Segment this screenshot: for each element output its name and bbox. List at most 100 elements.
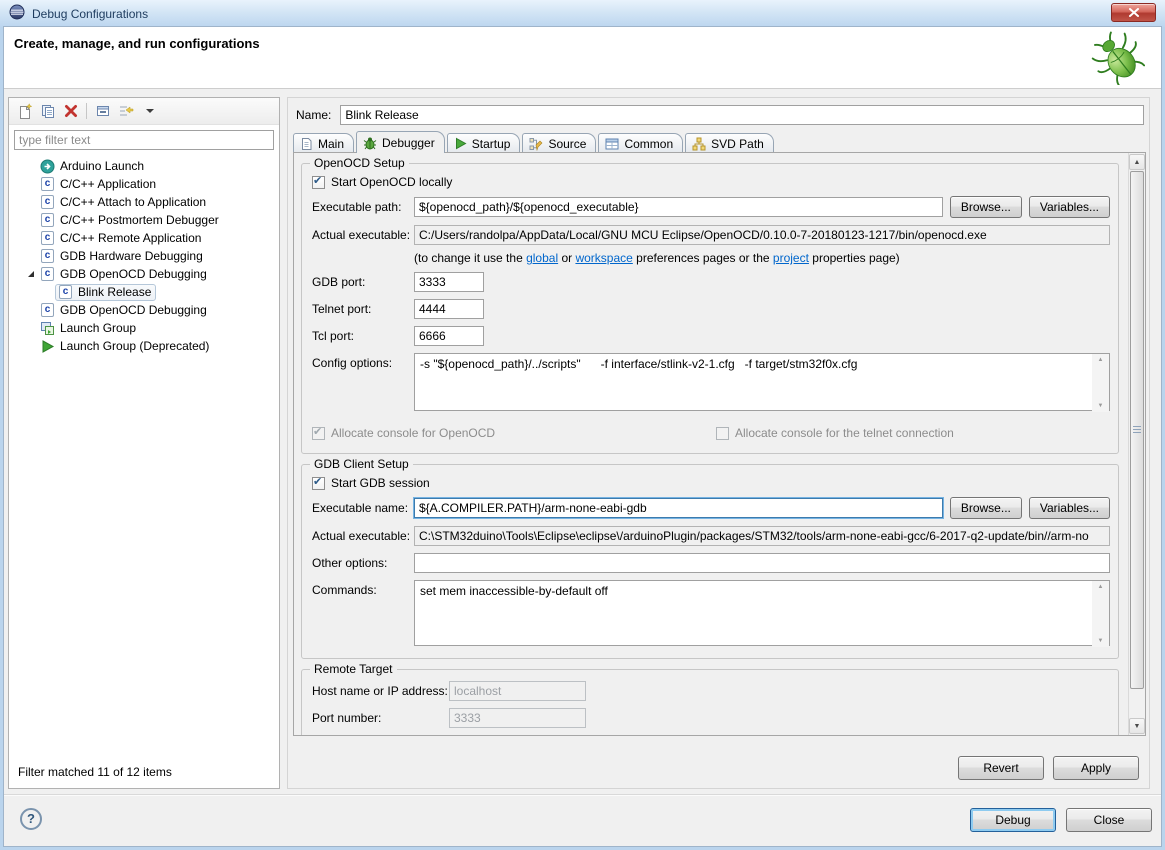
openocd-executable-path-input[interactable] [414,197,943,217]
debugger-tab-panel: OpenOCD Setup Start OpenOCD locally Exec… [293,152,1146,736]
actual-executable-label: Actual executable: [312,529,414,543]
tree-item-cpp-application[interactable]: c C/C++ Application [9,175,279,193]
collapse-all-button[interactable] [91,100,114,122]
workspace-preferences-link[interactable]: workspace [575,251,632,265]
start-gdb-session-label: Start GDB session [331,476,430,490]
configuration-editor: Name: Main Debugger [287,97,1150,789]
debug-configurations-window: Debug Configurations Create, manage, and… [0,0,1165,850]
tree-item-launch-group[interactable]: Launch Group [9,319,279,337]
help-button[interactable]: ? [20,808,42,830]
telnet-port-input[interactable] [414,299,484,319]
commands-textarea[interactable]: set mem inaccessible-by-default off [414,580,1110,646]
tcl-port-input[interactable] [414,326,484,346]
group-title: GDB Client Setup [310,457,413,471]
tab-common[interactable]: Common [598,133,683,153]
host-name-label: Host name or IP address: [312,684,449,698]
c-launch-icon: c [40,177,55,192]
dialog-header: Create, manage, and run configurations [4,27,1161,89]
commands-label: Commands: [312,583,414,597]
tree-item-gdb-openocd-2[interactable]: c GDB OpenOCD Debugging [9,301,279,319]
executable-path-label: Executable path: [312,200,414,214]
config-options-label: Config options: [312,356,414,370]
tree-item-cpp-postmortem[interactable]: c C/C++ Postmortem Debugger [9,211,279,229]
c-launch-icon: c [40,267,55,282]
apply-button[interactable]: Apply [1053,756,1139,780]
debug-button[interactable]: Debug [970,808,1056,832]
duplicate-configuration-button[interactable] [36,100,59,122]
global-preferences-link[interactable]: global [526,251,558,265]
toolbar-separator [86,103,87,119]
openocd-actual-executable-field [414,225,1110,245]
delete-icon [63,103,79,119]
filter-status: Filter matched 11 of 12 items [9,765,279,788]
toolbar-menu-button[interactable] [137,100,160,122]
tree-item-arduino-launch[interactable]: Arduino Launch [9,157,279,175]
allocate-console-openocd-label: Allocate console for OpenOCD [331,426,495,440]
revert-button[interactable]: Revert [958,756,1044,780]
openocd-browse-button[interactable]: Browse... [950,196,1022,218]
page-icon [300,137,313,151]
green-bug-icon [1091,31,1145,88]
project-properties-link[interactable]: project [773,251,809,265]
textarea-scrollbar[interactable]: ▲▼ [1092,581,1109,647]
window-close-button[interactable] [1111,3,1156,22]
port-number-input [449,708,586,728]
start-openocd-checkbox[interactable] [312,176,325,189]
start-openocd-label: Start OpenOCD locally [331,175,452,189]
tree-item-cpp-attach[interactable]: c C/C++ Attach to Application [9,193,279,211]
config-options-textarea[interactable]: -s "${openocd_path}/../scripts" -f inter… [414,353,1110,411]
scrollbar-thumb[interactable] [1130,171,1144,689]
gdb-executable-name-input[interactable] [414,498,943,518]
textarea-scrollbar[interactable]: ▲▼ [1092,354,1109,412]
gdb-browse-button[interactable]: Browse... [950,497,1022,519]
svd-hierarchy-icon [692,137,706,151]
scroll-down-arrow[interactable]: ▼ [1129,718,1145,734]
play-icon [454,137,467,150]
tcl-port-label: Tcl port: [312,329,414,343]
tree-item-gdb-openocd-expanded[interactable]: c GDB OpenOCD Debugging [9,265,279,283]
menu-dropdown-icon [146,109,154,113]
close-icon [1128,8,1140,17]
tree-item-cpp-remote[interactable]: c C/C++ Remote Application [9,229,279,247]
telnet-port-label: Telnet port: [312,302,414,316]
tree-item-blink-release[interactable]: c Blink Release [9,283,279,301]
apply-row: Revert Apply [958,756,1139,780]
new-configuration-icon [17,103,33,119]
editor-tabs: Main Debugger Startup [293,131,1125,153]
dialog-header-title: Create, manage, and run configurations [14,36,260,51]
new-configuration-button[interactable] [13,100,36,122]
play-icon [40,339,55,354]
openocd-variables-button[interactable]: Variables... [1029,196,1110,218]
allocate-console-telnet-label: Allocate console for the telnet connecti… [735,426,954,440]
tab-svd-path[interactable]: SVD Path [685,133,774,153]
gdb-variables-button[interactable]: Variables... [1029,497,1110,519]
content-scrollbar[interactable]: ▲ ▼ [1128,153,1145,735]
filter-input[interactable] [14,130,274,150]
tab-main[interactable]: Main [293,133,354,153]
delete-configuration-button[interactable] [59,100,82,122]
scroll-up-arrow[interactable]: ▲ [1129,154,1145,170]
collapse-all-icon [95,103,111,119]
dialog-button-bar: ? Debug Close [4,794,1161,846]
tree-item-launch-group-deprecated[interactable]: Launch Group (Deprecated) [9,337,279,355]
tree-expander-icon[interactable] [25,268,37,280]
other-options-input[interactable] [414,553,1110,573]
configurations-sidebar: Arduino Launch c C/C++ Application c C/C… [8,97,280,789]
tree-item-gdb-hardware[interactable]: c GDB Hardware Debugging [9,247,279,265]
tab-startup[interactable]: Startup [447,133,521,153]
name-input[interactable] [340,105,1144,125]
tab-source[interactable]: Source [522,133,596,153]
gdb-port-input[interactable] [414,272,484,292]
name-row: Name: [296,105,1144,125]
start-gdb-session-checkbox[interactable] [312,477,325,490]
name-label: Name: [296,108,331,122]
bug-icon [363,136,377,150]
close-button[interactable]: Close [1066,808,1152,832]
filter-configurations-button[interactable] [114,100,137,122]
actual-executable-label: Actual executable: [312,228,414,242]
eclipse-icon [9,4,25,23]
dialog-body: Create, manage, and run configurations [4,27,1161,846]
allocate-console-openocd-checkbox [312,427,325,440]
tab-debugger[interactable]: Debugger [356,131,445,153]
titlebar: Debug Configurations [0,0,1165,27]
